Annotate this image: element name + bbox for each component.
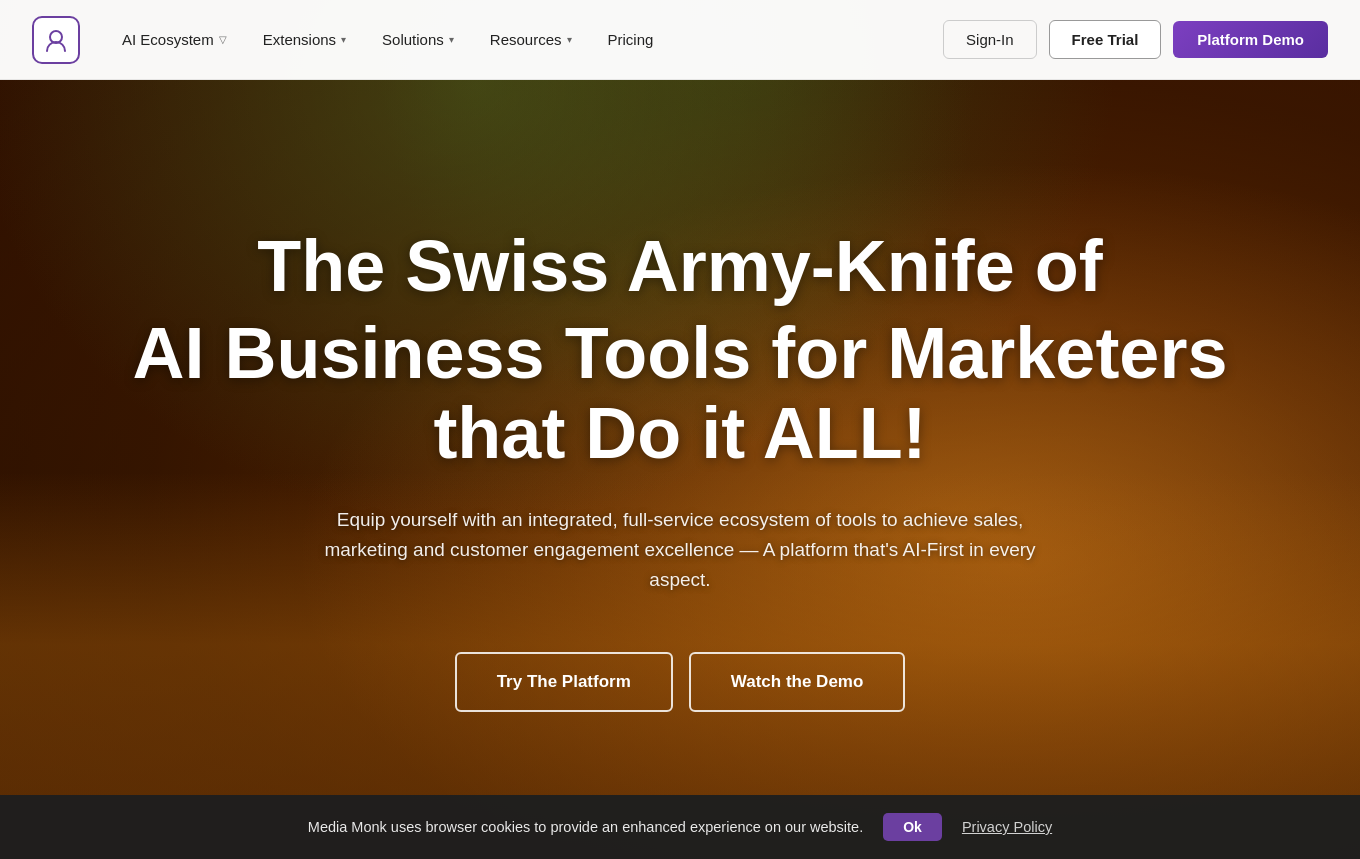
nav-label-ai-ecosystem: AI Ecosystem <box>122 31 214 48</box>
nav-item-extensions[interactable]: Extensions ▾ <box>245 23 364 56</box>
hero-title-line2: AI Business Tools for Marketers that Do … <box>80 314 1280 472</box>
hero-subtitle: Equip yourself with an integrated, full-… <box>320 505 1040 596</box>
nav-chevron-solutions: ▾ <box>449 34 454 45</box>
try-platform-button[interactable]: Try The Platform <box>455 652 673 712</box>
nav-links: AI Ecosystem ▽ Extensions ▾ Solutions ▾ … <box>104 23 671 56</box>
nav-chevron-resources: ▾ <box>567 34 572 45</box>
cookie-message: Media Monk uses browser cookies to provi… <box>308 819 863 835</box>
cookie-banner: Media Monk uses browser cookies to provi… <box>0 795 1360 859</box>
cookie-ok-button[interactable]: Ok <box>883 813 942 841</box>
navbar: AI Ecosystem ▽ Extensions ▾ Solutions ▾ … <box>0 0 1360 80</box>
nav-label-resources: Resources <box>490 31 562 48</box>
nav-label-pricing: Pricing <box>608 31 654 48</box>
nav-chevron-extensions: ▾ <box>341 34 346 45</box>
nav-right: Sign-In Free Trial Platform Demo <box>943 20 1328 59</box>
watch-demo-button[interactable]: Watch the Demo <box>689 652 906 712</box>
nav-item-solutions[interactable]: Solutions ▾ <box>364 23 472 56</box>
nav-item-pricing[interactable]: Pricing <box>590 23 672 56</box>
free-trial-button[interactable]: Free Trial <box>1049 20 1162 59</box>
nav-label-solutions: Solutions <box>382 31 444 48</box>
logo-icon <box>32 16 80 64</box>
nav-label-extensions: Extensions <box>263 31 336 48</box>
platform-demo-button[interactable]: Platform Demo <box>1173 21 1328 58</box>
hero-title-line1: The Swiss Army-Knife of <box>257 227 1102 306</box>
privacy-policy-link[interactable]: Privacy Policy <box>962 819 1052 835</box>
signin-button[interactable]: Sign-In <box>943 20 1037 59</box>
hero-section: The Swiss Army-Knife of AI Business Tool… <box>0 80 1360 859</box>
nav-item-resources[interactable]: Resources ▾ <box>472 23 590 56</box>
hero-buttons: Try The Platform Watch the Demo <box>455 652 906 712</box>
nav-chevron-ai-ecosystem: ▽ <box>219 34 227 45</box>
logo-wrap[interactable] <box>32 16 80 64</box>
nav-item-ai-ecosystem[interactable]: AI Ecosystem ▽ <box>104 23 245 56</box>
nav-left: AI Ecosystem ▽ Extensions ▾ Solutions ▾ … <box>32 16 671 64</box>
